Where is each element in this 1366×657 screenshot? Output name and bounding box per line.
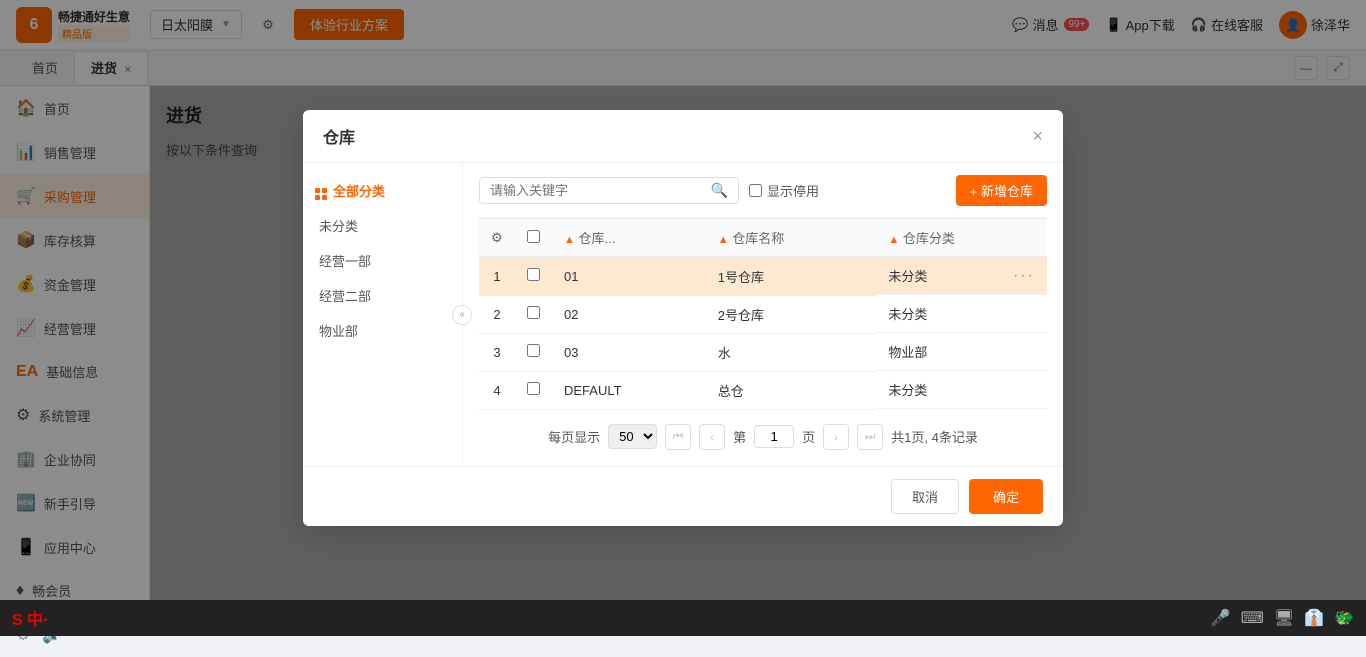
show-disabled-checkbox[interactable] — [749, 184, 762, 197]
row-checkbox[interactable] — [527, 306, 540, 319]
row-code: 03 — [552, 333, 706, 371]
row-checkbox-cell — [515, 371, 552, 409]
microphone-icon[interactable]: 🎤 — [1211, 608, 1231, 628]
pagination: 每页显示 50 ⏮ ‹ 第 页 › ⏭ 共1页, 4条记录 — [479, 410, 1047, 454]
table-row[interactable]: 2 02 2号仓库 未分类 — [479, 295, 1047, 333]
next-page-button[interactable]: › — [823, 424, 849, 450]
prev-page-button[interactable]: ‹ — [699, 424, 725, 450]
all-category-item[interactable]: 全部分类 — [303, 173, 462, 208]
col-category-label: 仓库分类 — [903, 231, 955, 246]
row-num: 4 — [479, 371, 515, 409]
grid-icon — [315, 181, 327, 200]
row-name: 2号仓库 — [706, 295, 877, 333]
row-code: DEFAULT — [552, 371, 706, 409]
col-category-header: ▲ 仓库分类 — [876, 219, 1047, 257]
show-disabled-checkbox-label[interactable]: 显示停用 — [749, 181, 819, 200]
row-checkbox-cell — [515, 333, 552, 371]
row-checkbox[interactable] — [527, 268, 540, 281]
category-item-operation2[interactable]: 经营二部 — [303, 278, 462, 313]
total-info-label: 共1页, 4条记录 — [891, 427, 978, 446]
row-checkbox-cell — [515, 257, 552, 296]
row-num: 3 — [479, 333, 515, 371]
collapse-panel-button[interactable]: « — [452, 305, 472, 325]
warehouse-modal: 仓库 × 全部分类 未分类 经营一部 经营二部 物业 — [303, 110, 1063, 526]
all-category-label: 全部分类 — [333, 181, 385, 200]
per-page-label: 每页显示 — [548, 427, 600, 446]
bottombar: S 中· 🎤 ⌨ 🖥 👔 🐲 — [0, 600, 1366, 636]
table-toolbar: 🔍 显示停用 + 新增仓库 — [479, 175, 1047, 206]
row-checkbox-cell — [515, 295, 552, 333]
row-name: 水 — [706, 333, 877, 371]
dragon-icon[interactable]: 🐲 — [1334, 608, 1354, 628]
show-disabled-label: 显示停用 — [767, 181, 819, 200]
row-num: 2 — [479, 295, 515, 333]
col-gear[interactable]: ⚙ — [479, 219, 515, 257]
col-check[interactable] — [515, 219, 552, 257]
modal-overlay: 仓库 × 全部分类 未分类 经营一部 经营二部 物业 — [0, 0, 1366, 636]
row-num: 1 — [479, 257, 515, 296]
cancel-button[interactable]: 取消 — [891, 479, 959, 514]
last-page-button[interactable]: ⏭ — [857, 424, 883, 450]
sort-icon-name: ▲ — [718, 234, 729, 246]
modal-body: 全部分类 未分类 经营一部 经营二部 物业部 « 🔍 — [303, 163, 1063, 466]
page-unit-label: 页 — [802, 427, 815, 446]
add-warehouse-button[interactable]: + 新增仓库 — [956, 175, 1047, 206]
table-row[interactable]: 4 DEFAULT 总仓 未分类 — [479, 371, 1047, 409]
col-name-label: 仓库名称 — [732, 231, 784, 246]
col-code-label: 仓库... — [579, 231, 616, 246]
col-name-header: ▲ 仓库名称 — [706, 219, 877, 257]
row-category: 未分类 ··· — [876, 257, 1047, 295]
category-panel: 全部分类 未分类 经营一部 经营二部 物业部 « — [303, 163, 463, 466]
ok-button[interactable]: 确定 — [969, 479, 1043, 514]
row-checkbox[interactable] — [527, 344, 540, 357]
row-code: 01 — [552, 257, 706, 296]
search-box: 🔍 — [479, 177, 739, 204]
row-category: 未分类 — [876, 295, 1047, 333]
select-all-checkbox[interactable] — [527, 230, 540, 243]
modal-footer: 取消 确定 — [303, 466, 1063, 526]
row-name: 总仓 — [706, 371, 877, 409]
display-icon[interactable]: 🖥 — [1274, 608, 1294, 628]
row-checkbox[interactable] — [527, 382, 540, 395]
table-row[interactable]: 1 01 1号仓库 未分类 ··· — [479, 257, 1047, 296]
category-item-operation1[interactable]: 经营一部 — [303, 243, 462, 278]
shirt-icon[interactable]: 👔 — [1304, 608, 1324, 628]
sort-icon-cat: ▲ — [888, 234, 899, 246]
first-page-button[interactable]: ⏮ — [665, 424, 691, 450]
search-icon[interactable]: 🔍 — [711, 182, 728, 199]
modal-title: 仓库 — [323, 124, 355, 148]
modal-close-button[interactable]: × — [1032, 126, 1043, 147]
category-item-property[interactable]: 物业部 — [303, 313, 462, 348]
col-code-header: ▲ 仓库... — [552, 219, 706, 257]
table-row[interactable]: 3 03 水 物业部 — [479, 333, 1047, 371]
row-code: 02 — [552, 295, 706, 333]
table-panel: 🔍 显示停用 + 新增仓库 ⚙ ▲ — [463, 163, 1063, 466]
row-category: 物业部 — [876, 333, 1047, 371]
more-actions-button[interactable]: ··· — [1013, 267, 1035, 285]
keyboard-icon[interactable]: ⌨ — [1241, 608, 1264, 628]
page-number-input[interactable] — [754, 425, 794, 448]
category-item-unclassified[interactable]: 未分类 — [303, 208, 462, 243]
sort-icon: ▲ — [564, 234, 575, 246]
row-category: 未分类 — [876, 371, 1047, 409]
search-input[interactable] — [490, 183, 705, 198]
bottom-logo: S 中· — [12, 606, 48, 630]
row-name: 1号仓库 — [706, 257, 877, 296]
per-page-select[interactable]: 50 — [608, 424, 657, 449]
modal-header: 仓库 × — [303, 110, 1063, 163]
page-label: 第 — [733, 427, 746, 446]
warehouse-table: ⚙ ▲ 仓库... ▲ 仓库名称 ▲ — [479, 218, 1047, 410]
